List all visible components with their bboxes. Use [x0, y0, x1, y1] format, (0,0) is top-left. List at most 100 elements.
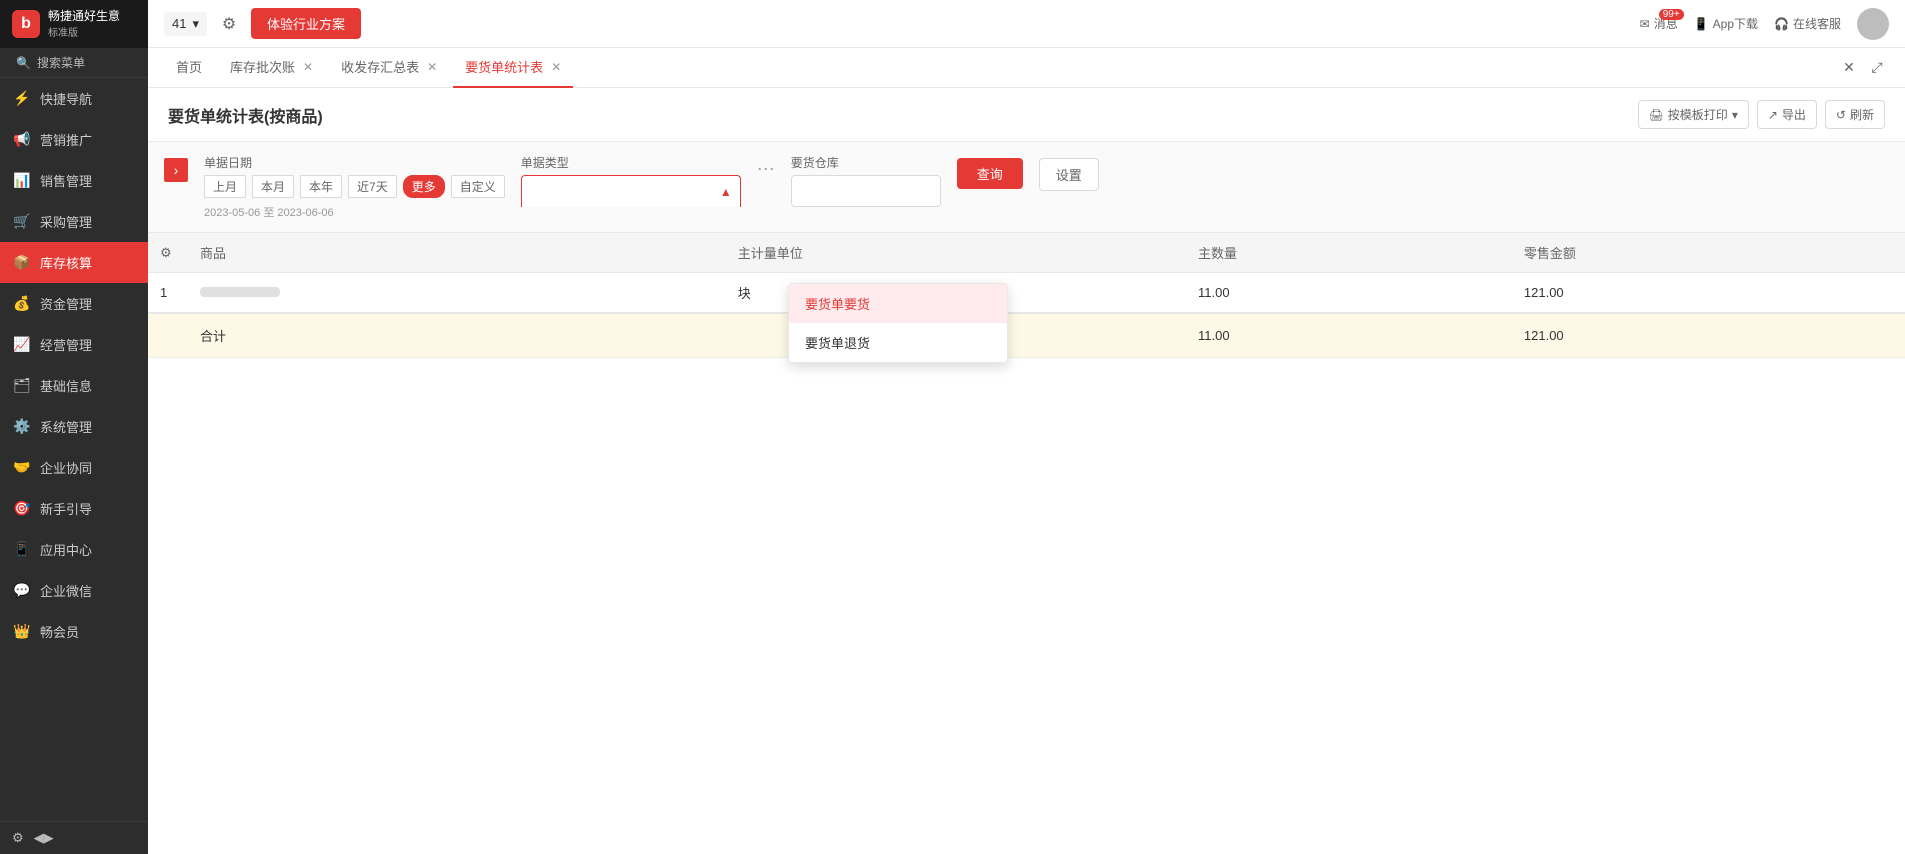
sidebar-item-wechat[interactable]: 💬企业微信 — [0, 570, 148, 611]
sidebar-item-inventory[interactable]: 📦库存核算 — [0, 242, 148, 283]
tab-inventory-batch[interactable]: 库存批次账 ✕ — [218, 48, 325, 88]
sidebar-item-corp[interactable]: 🤝企业协同 — [0, 447, 148, 488]
tab-order-summary-close[interactable]: ✕ — [551, 60, 561, 74]
sidebar-item-marketing[interactable]: 📢营销推广 — [0, 119, 148, 160]
topbar-left: 41 ▾ ⚙ 体验行业方案 — [164, 8, 1628, 39]
date-range-display: 2023-05-06 至 2023-06-06 — [204, 204, 505, 220]
sidebar-item-member[interactable]: 👑畅会员 — [0, 611, 148, 652]
filter-expand-btn[interactable]: › — [164, 158, 188, 182]
table-row: 1 块 11.00 121.00 — [148, 273, 1905, 314]
date-btn-more[interactable]: 更多 — [403, 175, 445, 198]
sidebar-item-appstore[interactable]: 📱应用中心 — [0, 529, 148, 570]
nav-label-operation: 经营管理 — [40, 335, 92, 354]
date-btn-this-year[interactable]: 本年 — [300, 175, 342, 198]
export-btn[interactable]: ↗ 导出 — [1757, 100, 1817, 129]
date-btn-this-month[interactable]: 本月 — [252, 175, 294, 198]
sidebar-item-operation[interactable]: 📈 经营管理 — [0, 324, 148, 365]
total-row: 合计 11.00 121.00 — [148, 313, 1905, 358]
topbar: 41 ▾ ⚙ 体验行业方案 ✉ 消息 99+ 📱 App下载 🎧 在线客服 — [148, 0, 1905, 48]
app-download-label: App下载 — [1713, 15, 1758, 32]
date-btn-last-month[interactable]: 上月 — [204, 175, 246, 198]
nav-label-guide: 新手引导 — [40, 499, 92, 518]
topbar-gear-btn[interactable]: ⚙ — [215, 10, 243, 38]
warehouse-input[interactable] — [800, 184, 932, 199]
nav-icon-corp: 🤝 — [12, 459, 32, 476]
nav-label-appstore: 应用中心 — [40, 540, 92, 559]
print-icon: 🖨 — [1649, 108, 1664, 122]
tab-home[interactable]: 首页 — [164, 48, 214, 88]
logo-icon: b — [12, 10, 40, 38]
sidebar-bottom: ⚙ ◀▶ — [0, 821, 148, 854]
sidebar-item-sales[interactable]: 📊 销售管理 — [0, 160, 148, 201]
doctype-input[interactable] — [530, 184, 720, 199]
sidebar-search-label: 搜索菜单 — [37, 54, 85, 71]
sidebar-item-system[interactable]: ⚙️系统管理 — [0, 406, 148, 447]
date-btn-7days[interactable]: 近7天 — [348, 175, 397, 198]
filter-date-item: 单据日期 上月 本月 本年 近7天 更多 自定义 2023-05-06 至 20… — [204, 154, 505, 220]
sidebar-item-base[interactable]: 🗂基础信息 — [0, 365, 148, 406]
sidebar-collapse-btn[interactable]: ◀▶ — [34, 830, 54, 846]
sidebar-item-purchase[interactable]: 🛒采购管理 — [0, 201, 148, 242]
doctype-select[interactable]: ▲ — [521, 175, 741, 207]
export-icon: ↗ — [1768, 108, 1778, 122]
doctype-chevron-icon[interactable]: ▲ — [720, 185, 732, 199]
row-index: 1 — [148, 273, 188, 314]
user-avatar[interactable] — [1857, 8, 1889, 40]
filter-warehouse-label: 要货仓库 — [791, 154, 941, 171]
messages-btn[interactable]: ✉ 消息 99+ — [1640, 15, 1678, 32]
print-label: 按模板打印 — [1668, 106, 1728, 123]
nav-icon-base: 🗂 — [12, 377, 32, 394]
warehouse-select[interactable] — [791, 175, 941, 207]
print-btn[interactable]: 🖨 按模板打印 ▾ — [1638, 100, 1749, 129]
tab-close-btn[interactable]: ✕ — [1837, 56, 1861, 80]
sidebar-settings-btn[interactable]: ⚙ — [12, 830, 24, 846]
filter-more-btn[interactable]: ··· — [757, 158, 775, 179]
date-shortcuts: 上月 本月 本年 近7天 更多 自定义 — [204, 175, 505, 198]
date-btn-custom[interactable]: 自定义 — [451, 175, 505, 198]
set-btn[interactable]: 设置 — [1039, 158, 1099, 191]
service-icon: 🎧 — [1774, 17, 1789, 31]
query-btn[interactable]: 查询 — [957, 158, 1023, 189]
online-service-btn[interactable]: 🎧 在线客服 — [1774, 15, 1841, 32]
col-amount: 零售金额 — [1512, 233, 1905, 273]
tabbar-controls: ✕ ⤢ — [1837, 56, 1889, 80]
nav-label-purchase: 采购管理 — [40, 212, 92, 231]
nav-label-sales: 销售管理 — [40, 171, 92, 190]
tab-recv-summary-label: 收发存汇总表 — [341, 57, 419, 76]
tab-order-summary[interactable]: 要货单统计表 ✕ — [453, 48, 573, 88]
tab-order-summary-label: 要货单统计表 — [465, 57, 543, 76]
filter-bar: › 单据日期 上月 本月 本年 近7天 更多 自定义 2023-05-0 — [148, 142, 1905, 233]
refresh-label: 刷新 — [1850, 106, 1874, 123]
store-number: 41 — [172, 16, 186, 31]
row-amount[interactable]: 121.00 — [1512, 273, 1905, 314]
page-header: 要货单统计表(按商品) 🖨 按模板打印 ▾ ↗ 导出 ↺ 刷新 — [148, 88, 1905, 142]
nav-icon-member: 👑 — [12, 623, 32, 640]
tab-inventory-batch-close[interactable]: ✕ — [303, 60, 313, 74]
col-product: 商品 — [188, 233, 726, 273]
sidebar-item-guide[interactable]: 🎯新手引导 — [0, 488, 148, 529]
table-settings-icon[interactable]: ⚙ — [148, 233, 188, 273]
brand-edition: 标准版 — [48, 24, 120, 39]
tab-restore-btn[interactable]: ⤢ — [1865, 56, 1889, 80]
nav-icon-wechat: 💬 — [12, 582, 32, 599]
trial-industry-btn[interactable]: 体验行业方案 — [251, 8, 361, 39]
total-amount: 121.00 — [1512, 313, 1905, 358]
app-download-btn[interactable]: 📱 App下载 — [1694, 15, 1758, 32]
tab-recv-summary-close[interactable]: ✕ — [427, 60, 437, 74]
sidebar-search[interactable]: 🔍 搜索菜单 — [0, 48, 148, 78]
tab-recv-summary[interactable]: 收发存汇总表 ✕ — [329, 48, 449, 88]
nav-icon-sales: 📊 — [12, 172, 32, 189]
topbar-right: ✉ 消息 99+ 📱 App下载 🎧 在线客服 — [1640, 8, 1889, 40]
row-quantity[interactable]: 11.00 — [1186, 273, 1512, 314]
nav-icon-operation: 📈 — [12, 336, 32, 353]
sidebar-item-quick-nav[interactable]: ⚡快捷导航 — [0, 78, 148, 119]
sidebar-item-finance[interactable]: 💰资金管理 — [0, 283, 148, 324]
dropdown-item-order-return[interactable]: 要货单退货 — [789, 323, 1007, 362]
filter-warehouse-item: 要货仓库 — [791, 154, 941, 207]
store-selector[interactable]: 41 ▾ — [164, 12, 207, 36]
dropdown-item-order-goods[interactable]: 要货单要货 — [789, 284, 1007, 323]
refresh-btn[interactable]: ↺ 刷新 — [1825, 100, 1885, 129]
tab-home-label: 首页 — [176, 57, 202, 76]
sidebar: b 畅捷通好生意 标准版 🔍 搜索菜单 ⚡快捷导航📢营销推广📊销售管理🛒采购管理… — [0, 0, 148, 854]
nav-label-quick-nav: 快捷导航 — [40, 89, 92, 108]
